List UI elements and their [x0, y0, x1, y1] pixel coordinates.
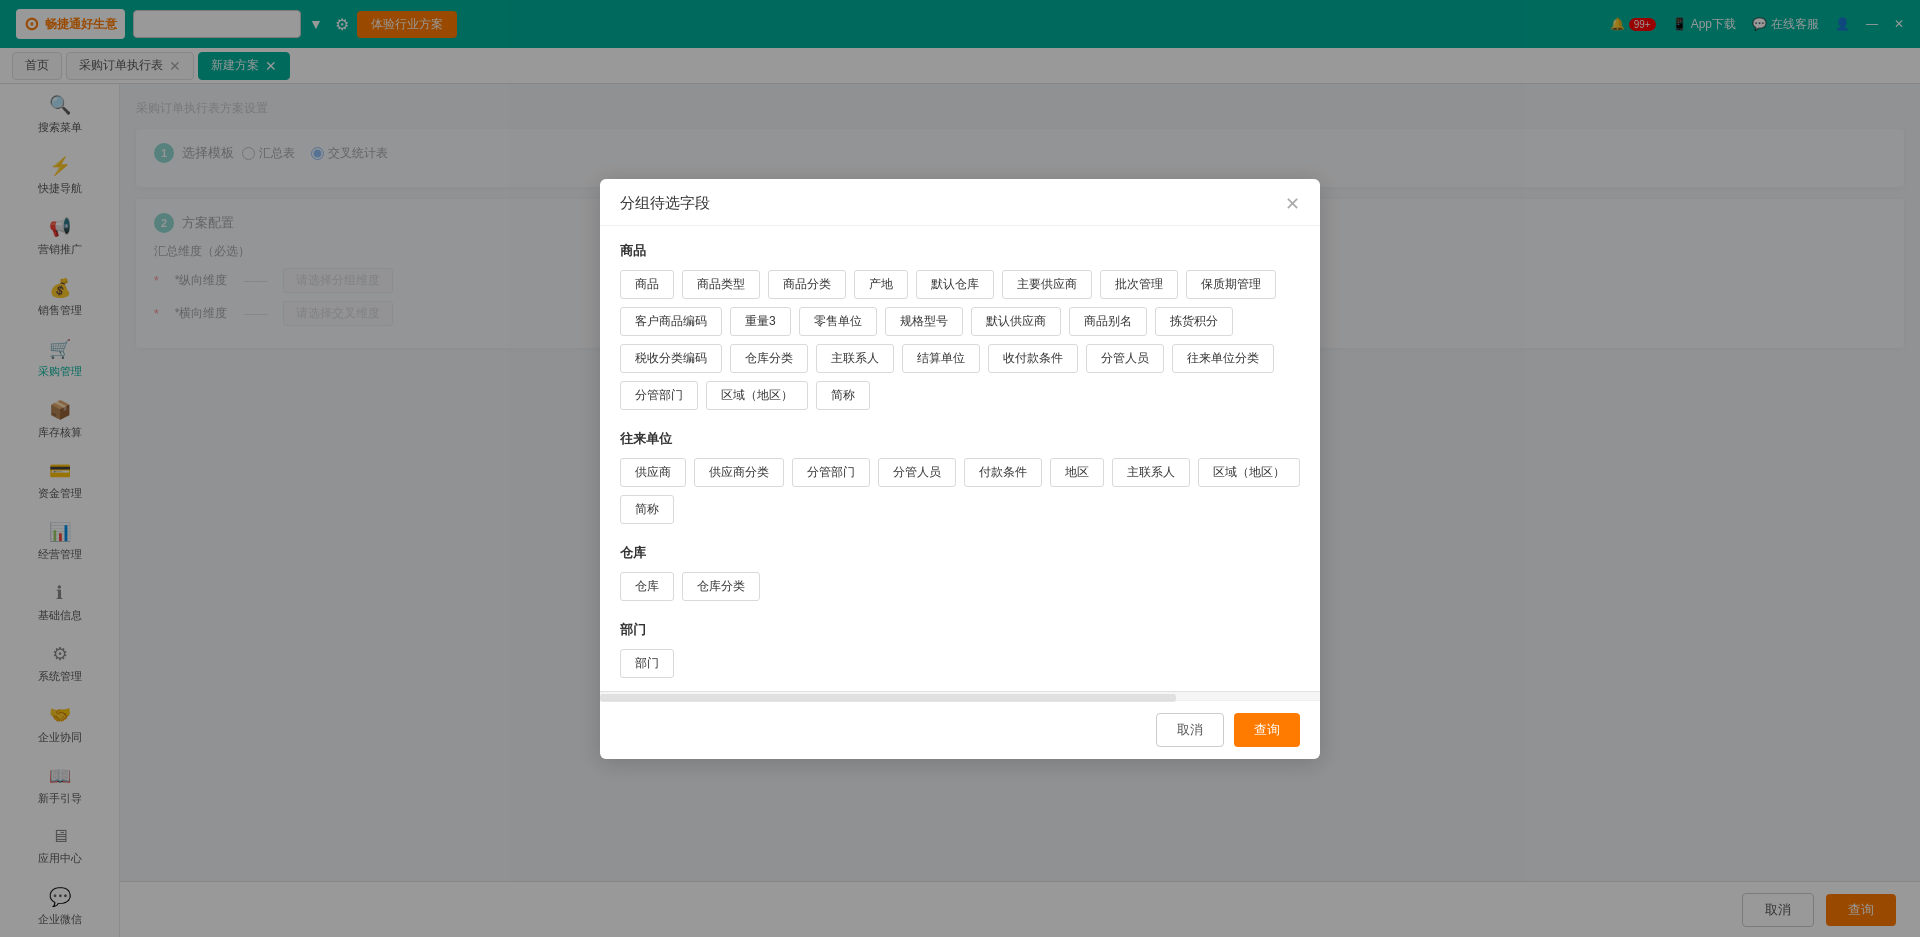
modal-overlay: 分组待选字段 ✕ 商品 商品 商品类型 商品分类 产地 默认仓库 主要供应商 批… — [0, 0, 1920, 937]
field-product-category[interactable]: 商品分类 — [768, 270, 846, 299]
field-settlement-unit[interactable]: 结算单位 — [902, 344, 980, 373]
field-partner-region[interactable]: 区域（地区） — [1198, 458, 1300, 487]
field-abbr-product[interactable]: 简称 — [816, 381, 870, 410]
field-partner-category[interactable]: 往来单位分类 — [1172, 344, 1274, 373]
section-warehouse: 仓库 仓库 仓库分类 — [620, 544, 1300, 601]
field-main-supplier[interactable]: 主要供应商 — [1002, 270, 1092, 299]
field-dept[interactable]: 分管部门 — [620, 381, 698, 410]
warehouse-fields: 仓库 仓库分类 — [620, 572, 1300, 601]
partner-fields: 供应商 供应商分类 分管部门 分管人员 付款条件 地区 主联系人 区域（地区） … — [620, 458, 1300, 524]
field-spec-model[interactable]: 规格型号 — [885, 307, 963, 336]
field-supplier-category[interactable]: 供应商分类 — [694, 458, 784, 487]
field-partner-person[interactable]: 分管人员 — [878, 458, 956, 487]
field-weight3[interactable]: 重量3 — [730, 307, 791, 336]
field-supervisor[interactable]: 分管人员 — [1086, 344, 1164, 373]
field-default-warehouse[interactable]: 默认仓库 — [916, 270, 994, 299]
field-tax-code[interactable]: 税收分类编码 — [620, 344, 722, 373]
field-area[interactable]: 地区 — [1050, 458, 1104, 487]
modal-body[interactable]: 商品 商品 商品类型 商品分类 产地 默认仓库 主要供应商 批次管理 保质期管理… — [600, 226, 1320, 692]
modal-close-btn[interactable]: ✕ — [1285, 193, 1300, 215]
section-partner-title: 往来单位 — [620, 430, 1300, 448]
section-dept: 部门 部门 — [620, 621, 1300, 678]
field-pick-score[interactable]: 拣货积分 — [1155, 307, 1233, 336]
field-warehouse-category[interactable]: 仓库分类 — [730, 344, 808, 373]
section-partner: 往来单位 供应商 供应商分类 分管部门 分管人员 付款条件 地区 主联系人 区域… — [620, 430, 1300, 524]
dept-fields: 部门 — [620, 649, 1300, 678]
field-main-contact[interactable]: 主联系人 — [816, 344, 894, 373]
field-payment-condition[interactable]: 收付款条件 — [988, 344, 1078, 373]
field-customer-code[interactable]: 客户商品编码 — [620, 307, 722, 336]
section-product: 商品 商品 商品类型 商品分类 产地 默认仓库 主要供应商 批次管理 保质期管理… — [620, 242, 1300, 410]
field-product-alias[interactable]: 商品别名 — [1069, 307, 1147, 336]
field-department[interactable]: 部门 — [620, 649, 674, 678]
field-default-supplier[interactable]: 默认供应商 — [971, 307, 1061, 336]
field-partner-dept[interactable]: 分管部门 — [792, 458, 870, 487]
modal-footer: 取消 查询 — [600, 700, 1320, 759]
field-product-type[interactable]: 商品类型 — [682, 270, 760, 299]
field-origin[interactable]: 产地 — [854, 270, 908, 299]
field-warehouse[interactable]: 仓库 — [620, 572, 674, 601]
field-region-product[interactable]: 区域（地区） — [706, 381, 808, 410]
modal-dialog: 分组待选字段 ✕ 商品 商品 商品类型 商品分类 产地 默认仓库 主要供应商 批… — [600, 179, 1320, 759]
modal-confirm-btn[interactable]: 查询 — [1234, 713, 1300, 747]
field-product[interactable]: 商品 — [620, 270, 674, 299]
modal-title: 分组待选字段 — [620, 194, 710, 213]
modal-cancel-btn[interactable]: 取消 — [1156, 713, 1224, 747]
product-fields: 商品 商品类型 商品分类 产地 默认仓库 主要供应商 批次管理 保质期管理 客户… — [620, 270, 1300, 410]
field-supplier[interactable]: 供应商 — [620, 458, 686, 487]
field-partner-contact[interactable]: 主联系人 — [1112, 458, 1190, 487]
field-batch-mgmt[interactable]: 批次管理 — [1100, 270, 1178, 299]
field-warehouse-cat[interactable]: 仓库分类 — [682, 572, 760, 601]
section-dept-title: 部门 — [620, 621, 1300, 639]
field-expiry-mgmt[interactable]: 保质期管理 — [1186, 270, 1276, 299]
modal-header: 分组待选字段 ✕ — [600, 179, 1320, 226]
field-retail-unit[interactable]: 零售单位 — [799, 307, 877, 336]
field-partner-abbr[interactable]: 简称 — [620, 495, 674, 524]
section-product-title: 商品 — [620, 242, 1300, 260]
section-warehouse-title: 仓库 — [620, 544, 1300, 562]
field-payment-term[interactable]: 付款条件 — [964, 458, 1042, 487]
modal-hscroll[interactable] — [600, 691, 1320, 699]
